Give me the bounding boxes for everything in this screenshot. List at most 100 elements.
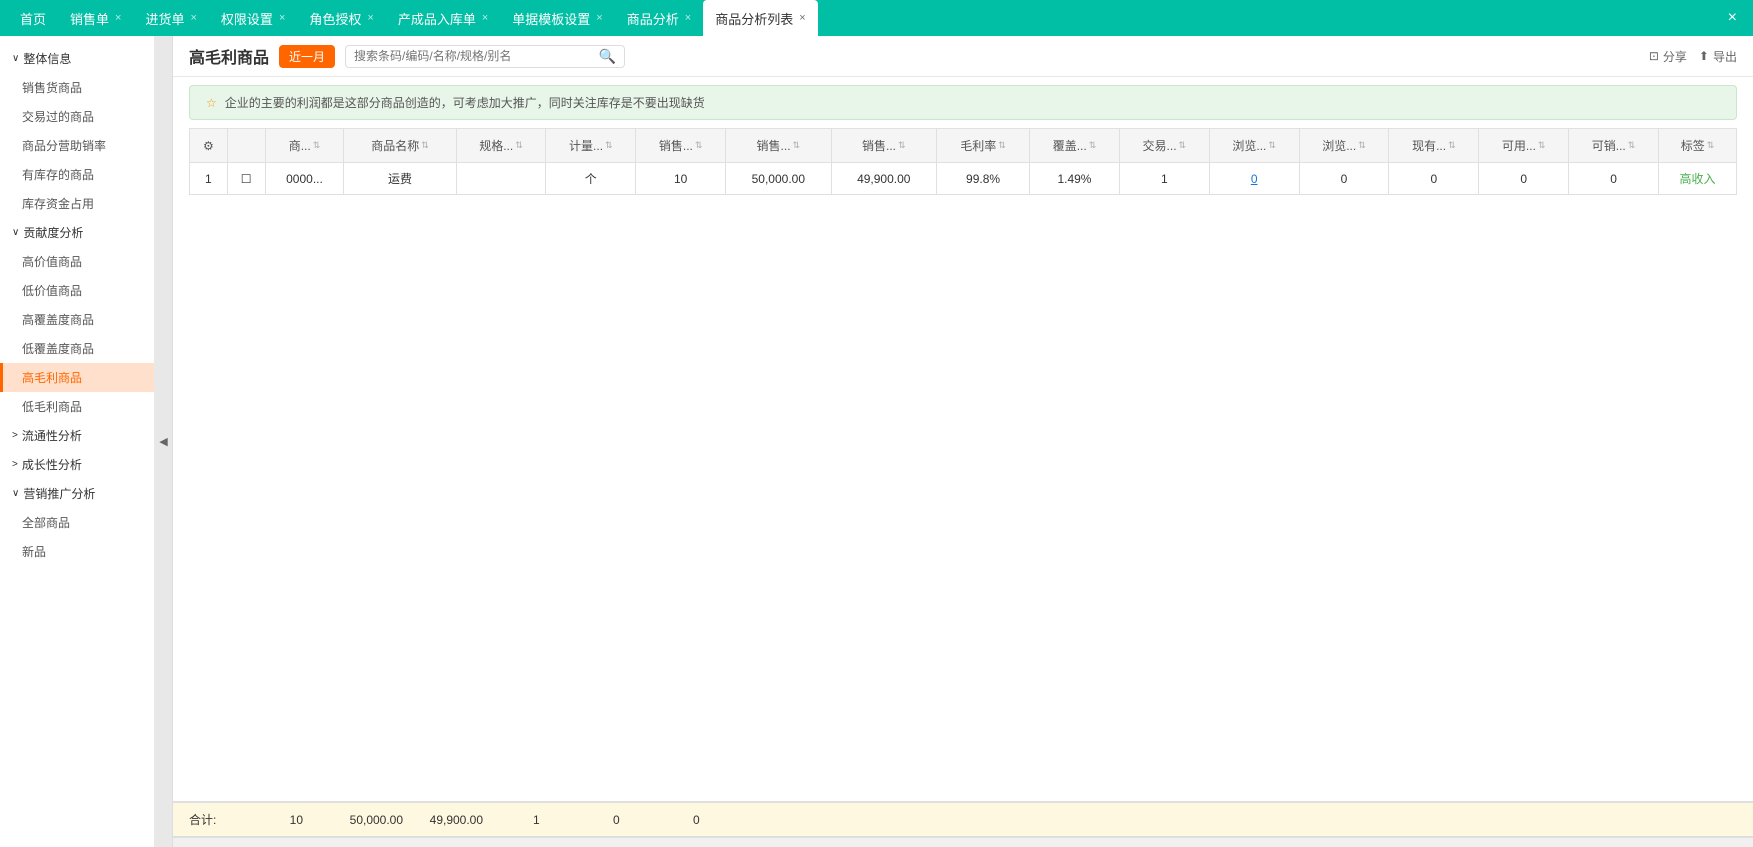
sidebar-group-label: 整体信息 (23, 50, 71, 67)
col-header-tag[interactable]: 标签 ⇅ (1658, 129, 1736, 163)
footer-current-stock: 0 (576, 813, 656, 827)
col-header-sales_profit[interactable]: 销售... ⇅ (831, 129, 936, 163)
col-header-unit[interactable]: 计量... ⇅ (546, 129, 636, 163)
content-title: 高毛利商品 (189, 44, 269, 68)
col-header-settings[interactable]: ⚙ (190, 129, 228, 163)
cell-transactions: 1 (1119, 163, 1209, 195)
sidebar-item-低毛利商品[interactable]: 低毛利商品 (0, 392, 154, 421)
table-container: ⚙商... ⇅商品名称 ⇅规格... ⇅计量... ⇅销售... ⇅销售... … (173, 128, 1753, 801)
nav-item-商品分析列表[interactable]: 商品分析列表× (703, 0, 817, 36)
sidebar-item-低价值商品[interactable]: 低价值商品 (0, 276, 154, 305)
col-header-transactions[interactable]: 交易... ⇅ (1119, 129, 1209, 163)
col-header-current_stock[interactable]: 现有... ⇅ (1389, 129, 1479, 163)
cell-coverage: 1.49% (1030, 163, 1120, 195)
sidebar-group-label: 营销推广分析 (23, 485, 95, 502)
footer-label: 合计: (189, 811, 216, 828)
sidebar-group-arrow: ∨ (12, 488, 19, 499)
nav-item-商品分析[interactable]: 商品分析× (615, 0, 703, 36)
nav-close-btn[interactable]: × (799, 12, 805, 24)
nav-item-产成品入库单[interactable]: 产成品入库单× (386, 0, 500, 36)
cell-sellable_stock: 0 (1569, 163, 1659, 195)
col-header-spec[interactable]: 规格... ⇅ (456, 129, 546, 163)
footer-sales-profit: 49,900.00 (416, 813, 496, 827)
sidebar-group-流通性分析[interactable]: >流通性分析 (0, 421, 154, 450)
cell-tag: 高收入 (1658, 163, 1736, 195)
sidebar-item-有库存的商品[interactable]: 有库存的商品 (0, 160, 154, 189)
cell-index: 1 (190, 163, 228, 195)
sidebar-collapse-btn[interactable]: ◀ (155, 36, 173, 847)
sidebar-group-label: 成长性分析 (22, 456, 82, 473)
table-row: 1☐0000...运费个1050,000.0049,900.0099.8%1.4… (190, 163, 1737, 195)
sidebar-item-高价值商品[interactable]: 高价值商品 (0, 247, 154, 276)
info-banner: ☆ 企业的主要的利润都是这部分商品创造的，可考虑加大推广，同时关注库存是不要出现… (189, 85, 1737, 120)
col-header-browse1[interactable]: 浏览... ⇅ (1209, 129, 1299, 163)
content-panel: 高毛利商品 近一月 🔍 ⊡ 分享 ⬆ 导出 ☆ 企业的主要的利润都是这部分商品创… (173, 36, 1753, 847)
close-window-btn[interactable]: × (1720, 9, 1745, 27)
col-header-coverage[interactable]: 覆盖... ⇅ (1030, 129, 1120, 163)
top-nav: 首页销售单×进货单×权限设置×角色授权×产成品入库单×单据模板设置×商品分析×商… (0, 0, 1753, 36)
col-header-code[interactable]: 商... ⇅ (265, 129, 344, 163)
cell-available_stock: 0 (1479, 163, 1569, 195)
cell-unit: 个 (546, 163, 636, 195)
sidebar-group-arrow: > (12, 430, 18, 441)
sidebar-group-arrow: ∨ (12, 227, 19, 238)
nav-item-角色授权[interactable]: 角色授权× (297, 0, 385, 36)
bottom-scrollbar[interactable] (173, 837, 1753, 847)
sidebar-group-贡献度分析[interactable]: ∨贡献度分析 (0, 218, 154, 247)
cell-gross_margin: 99.8% (937, 163, 1030, 195)
sidebar-item-高毛利商品[interactable]: 高毛利商品 (0, 363, 154, 392)
nav-item-进货单[interactable]: 进货单× (133, 0, 208, 36)
nav-close-btn[interactable]: × (685, 12, 691, 24)
nav-item-权限设置[interactable]: 权限设置× (209, 0, 297, 36)
sidebar-item-全部商品[interactable]: 全部商品 (0, 508, 154, 537)
col-header-checkbox[interactable] (227, 129, 265, 163)
main-area: ∨整体信息销售货商品交易过的商品商品分营助销率有库存的商品库存资金占用∨贡献度分… (0, 36, 1753, 847)
sidebar-item-库存资金占用[interactable]: 库存资金占用 (0, 189, 154, 218)
sidebar-item-新品[interactable]: 新品 (0, 537, 154, 566)
sidebar-item-商品分营助销率[interactable]: 商品分营助销率 (0, 131, 154, 160)
sidebar-item-销售货商品[interactable]: 销售货商品 (0, 73, 154, 102)
sidebar-group-成长性分析[interactable]: >成长性分析 (0, 450, 154, 479)
nav-close-btn[interactable]: × (482, 12, 488, 24)
cell-current_stock: 0 (1389, 163, 1479, 195)
footer-transactions: 1 (496, 813, 576, 827)
footer-sales-amount: 50,000.00 (336, 813, 416, 827)
filter-btn[interactable]: 近一月 (279, 45, 335, 68)
cell-browse1[interactable]: 0 (1209, 163, 1299, 195)
col-header-available_stock[interactable]: 可用... ⇅ (1479, 129, 1569, 163)
footer-values: 10 50,000.00 49,900.00 1 0 0 (256, 813, 736, 827)
footer-sales-qty: 10 (256, 813, 336, 827)
nav-close-btn[interactable]: × (279, 12, 285, 24)
content-header: 高毛利商品 近一月 🔍 ⊡ 分享 ⬆ 导出 (173, 36, 1753, 77)
info-text: 企业的主要的利润都是这部分商品创造的，可考虑加大推广，同时关注库存是不要出现缺货 (225, 94, 705, 111)
col-header-sales_amount[interactable]: 销售... ⇅ (726, 129, 831, 163)
nav-close-btn[interactable]: × (190, 12, 196, 24)
nav-close-btn[interactable]: × (115, 12, 121, 24)
nav-close-btn[interactable]: × (367, 12, 373, 24)
col-header-sales_qty[interactable]: 销售... ⇅ (636, 129, 726, 163)
export-btn[interactable]: ⬆ 导出 (1699, 48, 1737, 65)
share-icon: ⊡ (1649, 49, 1659, 63)
col-header-name[interactable]: 商品名称 ⇅ (344, 129, 456, 163)
sidebar-group-营销推广分析[interactable]: ∨ 营销推广分析 (0, 479, 154, 508)
col-header-browse2[interactable]: 浏览... ⇅ (1299, 129, 1389, 163)
col-header-sellable_stock[interactable]: 可销... ⇅ (1569, 129, 1659, 163)
sidebar-item-低覆盖度商品[interactable]: 低覆盖度商品 (0, 334, 154, 363)
search-icon: 🔍 (599, 48, 616, 65)
sidebar-group-整体信息[interactable]: ∨整体信息 (0, 44, 154, 73)
search-input[interactable] (354, 49, 599, 63)
export-icon: ⬆ (1699, 49, 1709, 63)
sidebar-item-交易过的商品[interactable]: 交易过的商品 (0, 102, 154, 131)
nav-item-首页[interactable]: 首页 (8, 0, 58, 36)
cell-checkbox[interactable]: ☐ (227, 163, 265, 195)
col-header-gross_margin[interactable]: 毛利率 ⇅ (937, 129, 1030, 163)
sidebar-item-高覆盖度商品[interactable]: 高覆盖度商品 (0, 305, 154, 334)
nav-item-单据模板设置[interactable]: 单据模板设置× (500, 0, 614, 36)
cell-sales_qty: 10 (636, 163, 726, 195)
nav-item-销售单[interactable]: 销售单× (58, 0, 133, 36)
cell-browse2: 0 (1299, 163, 1389, 195)
nav-close-btn[interactable]: × (596, 12, 602, 24)
cell-sales_profit: 49,900.00 (831, 163, 936, 195)
header-actions: ⊡ 分享 ⬆ 导出 (1649, 48, 1737, 65)
share-btn[interactable]: ⊡ 分享 (1649, 48, 1687, 65)
